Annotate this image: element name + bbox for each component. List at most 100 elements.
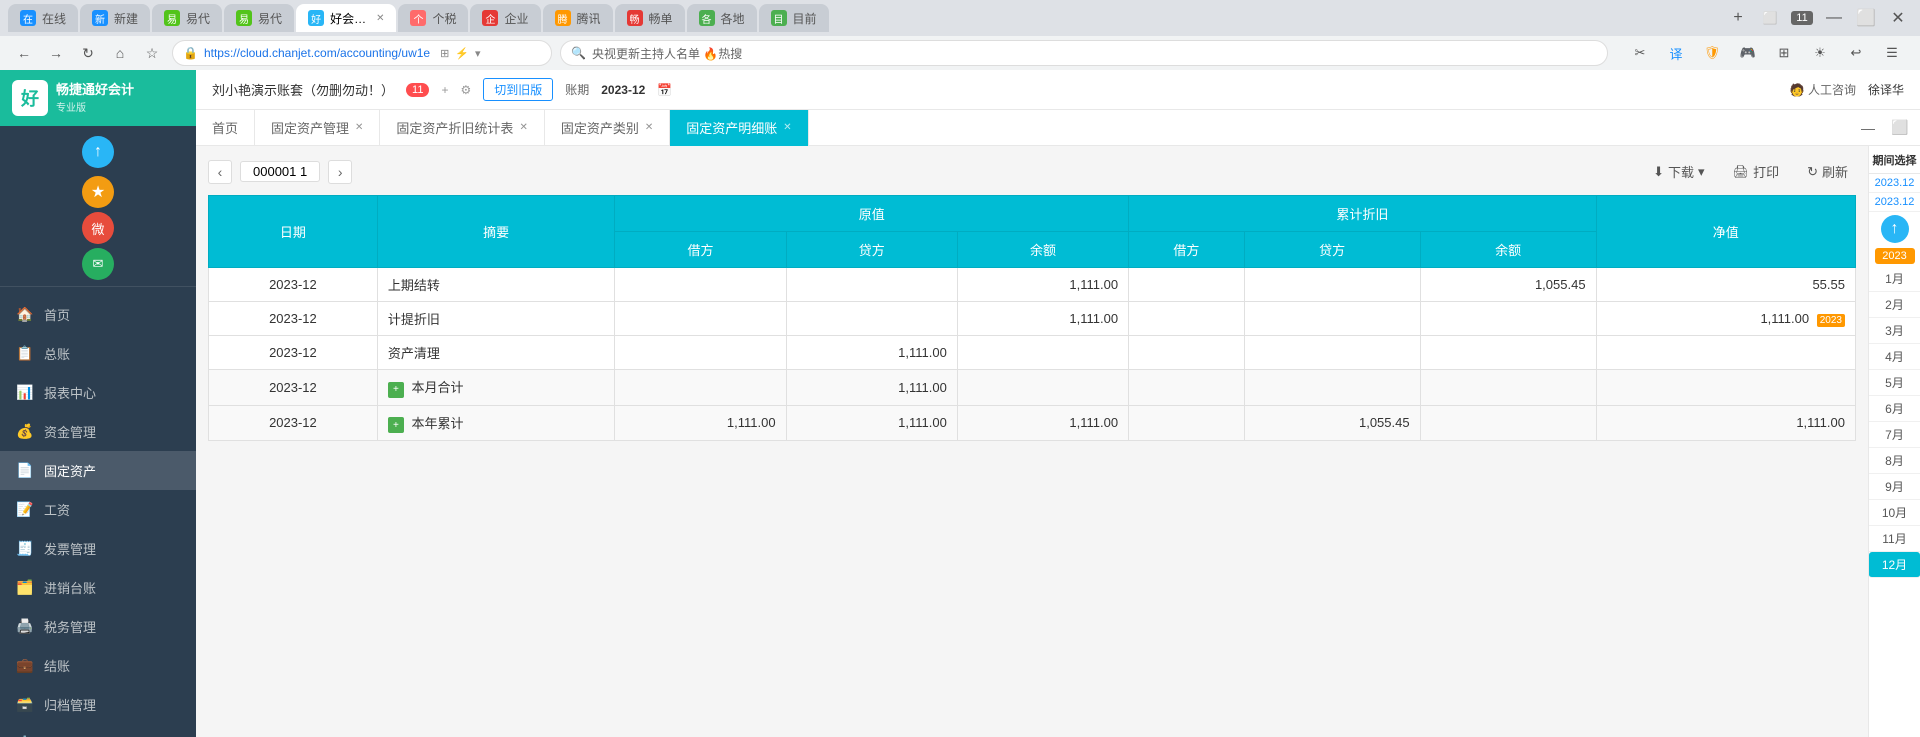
browser-tab-1[interactable]: 在 在线 <box>8 4 78 32</box>
period-month-9[interactable]: 9月 <box>1869 474 1920 500</box>
sidebar-item-invoice[interactable]: 🧾 发票管理 <box>0 529 196 568</box>
sidebar-item-report[interactable]: 📊 报表中心 <box>0 373 196 412</box>
period-month-3[interactable]: 3月 <box>1869 318 1920 344</box>
sidebar-item-salary[interactable]: 📝 工资 <box>0 490 196 529</box>
browser-tab-5[interactable]: 好 好会… ✕ <box>296 4 396 32</box>
row2-accum-credit <box>1244 302 1420 336</box>
expand-button[interactable]: ⬜ <box>1888 116 1912 140</box>
grid-icon[interactable]: ⊞ <box>1768 39 1800 67</box>
tab-menu-button[interactable]: ⬜ <box>1756 4 1784 32</box>
refresh-button[interactable]: ↻ 刷新 <box>1799 158 1856 185</box>
scissors-icon[interactable]: ✂ <box>1624 39 1656 67</box>
extension-icon[interactable]: 🛡 <box>1696 39 1728 67</box>
menu-icon[interactable]: ☰ <box>1876 39 1908 67</box>
download-button[interactable]: ⬇ 下载 ▾ <box>1645 158 1712 185</box>
page-tab-close-detail[interactable]: ✕ <box>783 122 791 133</box>
search-bar[interactable]: 🔍 央视更新主持人名单 🔥热搜 <box>560 40 1608 66</box>
sidebar-item-purchase-sale[interactable]: 🗂️ 进销台账 <box>0 568 196 607</box>
period-month-12[interactable]: 12月 <box>1869 552 1920 578</box>
refresh-button[interactable]: ↻ <box>76 41 100 65</box>
print-button[interactable]: 🖨 打印 <box>1725 158 1788 185</box>
collapse-button[interactable]: — <box>1856 116 1880 140</box>
row3-accum-balance <box>1420 336 1596 370</box>
tab-close-5[interactable]: ✕ <box>376 13 384 24</box>
mail-button[interactable]: ✉ <box>82 248 114 280</box>
sidebar-item-fixed-assets[interactable]: 📄 固定资产 <box>0 451 196 490</box>
row5-orig-balance: 1,111.00 <box>957 405 1128 441</box>
browser-tab-2[interactable]: 新 新建 <box>80 4 150 32</box>
sidebar-item-settings[interactable]: ⚙️ 设置 <box>0 724 196 737</box>
translate-icon[interactable]: 译 <box>1660 39 1692 67</box>
page-tab-category[interactable]: 固定资产类别 ✕ <box>545 110 670 146</box>
star-button[interactable]: ★ <box>82 176 114 208</box>
prev-page-button[interactable]: ‹ <box>208 160 232 184</box>
sidebar-item-home[interactable]: 🏠 首页 <box>0 295 196 334</box>
period-month-11[interactable]: 11月 <box>1869 526 1920 552</box>
page-tab-close-dep[interactable]: ✕ <box>519 122 527 133</box>
print-label: 打印 <box>1753 162 1779 181</box>
next-page-button[interactable]: › <box>328 160 352 184</box>
page-tab-detail-ledger[interactable]: 固定资产明细账 ✕ <box>670 110 808 146</box>
main-content: 刘小艳演示账套（勿删勿动！） 11 + ⚙ 切到旧版 账期 2023-12 📅 … <box>196 70 1920 737</box>
period-month-6[interactable]: 6月 <box>1869 396 1920 422</box>
bookmark-button[interactable]: ☆ <box>140 41 164 65</box>
sidebar-item-archive[interactable]: 🗃️ 归档管理 <box>0 685 196 724</box>
new-tab-button[interactable]: + <box>1724 4 1752 32</box>
sidebar-scroll-up[interactable]: ↑ <box>82 136 114 168</box>
period-month-5[interactable]: 5月 <box>1869 370 1920 396</box>
period-month-4[interactable]: 4月 <box>1869 344 1920 370</box>
page-tab-label-mgmt: 固定资产管理 <box>271 118 349 137</box>
home-button[interactable]: ⌂ <box>108 41 132 65</box>
add-account-icon[interactable]: + <box>441 83 448 97</box>
undo-icon[interactable]: ↩ <box>1840 39 1872 67</box>
period-month-2[interactable]: 2月 <box>1869 292 1920 318</box>
page-code: 000001 <box>253 164 296 179</box>
user-button[interactable]: 徐译华 <box>1868 81 1904 98</box>
th-original: 原值 <box>615 196 1129 232</box>
row5-summary-text: 本年累计 <box>411 416 463 431</box>
period-month-7[interactable]: 7月 <box>1869 422 1920 448</box>
browser-tab-11[interactable]: 目 目前 <box>759 4 829 32</box>
sidebar-item-funds[interactable]: 💰 资金管理 <box>0 412 196 451</box>
dropdown-icon[interactable]: ▾ <box>475 47 481 60</box>
browser-tab-9[interactable]: 畅 畅单 <box>615 4 685 32</box>
period-year-badge[interactable]: 2023 <box>1875 248 1915 264</box>
page-tab-fixed-assets-mgmt[interactable]: 固定资产管理 ✕ <box>255 110 380 146</box>
maximize-button[interactable]: ⬜ <box>1852 4 1880 32</box>
service-button[interactable]: 🧑 人工咨询 <box>1790 81 1856 98</box>
url-bar[interactable]: 🔒 https://cloud.chanjet.com/accounting/u… <box>172 40 552 66</box>
download-dropdown-icon[interactable]: ▾ <box>1698 164 1705 180</box>
period-month-10[interactable]: 10月 <box>1869 500 1920 526</box>
minimize-button[interactable]: — <box>1820 4 1848 32</box>
period-scroll-up[interactable]: ↑ <box>1881 215 1909 243</box>
badge-count[interactable]: 11 <box>1788 4 1816 32</box>
page-tab-home[interactable]: 首页 <box>196 110 255 146</box>
page-tab-close-cat[interactable]: ✕ <box>645 122 653 133</box>
close-window-button[interactable]: ✕ <box>1884 4 1912 32</box>
period-value: 2023-12 <box>601 83 645 97</box>
game-icon[interactable]: 🎮 <box>1732 39 1764 67</box>
page-tab-depreciation-stats[interactable]: 固定资产折旧统计表 ✕ <box>380 110 544 146</box>
page-tab-close-mgmt[interactable]: ✕ <box>355 122 363 133</box>
browser-tab-8[interactable]: 腾 腾讯 <box>543 4 613 32</box>
period-month-8[interactable]: 8月 <box>1869 448 1920 474</box>
period-date-2[interactable]: 2023.12 <box>1869 193 1920 212</box>
settings-cog-icon[interactable]: ⚙ <box>460 83 471 97</box>
sidebar-item-ledger[interactable]: 📋 总账 <box>0 334 196 373</box>
browser-tab-4[interactable]: 易 易代 <box>224 4 294 32</box>
back-button[interactable]: ← <box>12 41 36 65</box>
row5-summary: + 本年累计 <box>377 405 614 441</box>
brightness-icon[interactable]: ☀ <box>1804 39 1836 67</box>
period-month-1[interactable]: 1月 <box>1869 266 1920 292</box>
browser-tab-7[interactable]: 企 企业 <box>470 4 540 32</box>
sidebar-item-close[interactable]: 💼 结账 <box>0 646 196 685</box>
forward-button[interactable]: → <box>44 41 68 65</box>
sidebar-item-tax[interactable]: 🖨️ 税务管理 <box>0 607 196 646</box>
browser-tab-6[interactable]: 个 个税 <box>398 4 468 32</box>
switch-version-button[interactable]: 切到旧版 <box>483 78 553 101</box>
calendar-icon[interactable]: 📅 <box>657 83 672 97</box>
period-date-1[interactable]: 2023.12 <box>1869 174 1920 193</box>
browser-tab-3[interactable]: 易 易代 <box>152 4 222 32</box>
weibo-button[interactable]: 微 <box>82 212 114 244</box>
browser-tab-10[interactable]: 各 各地 <box>687 4 757 32</box>
